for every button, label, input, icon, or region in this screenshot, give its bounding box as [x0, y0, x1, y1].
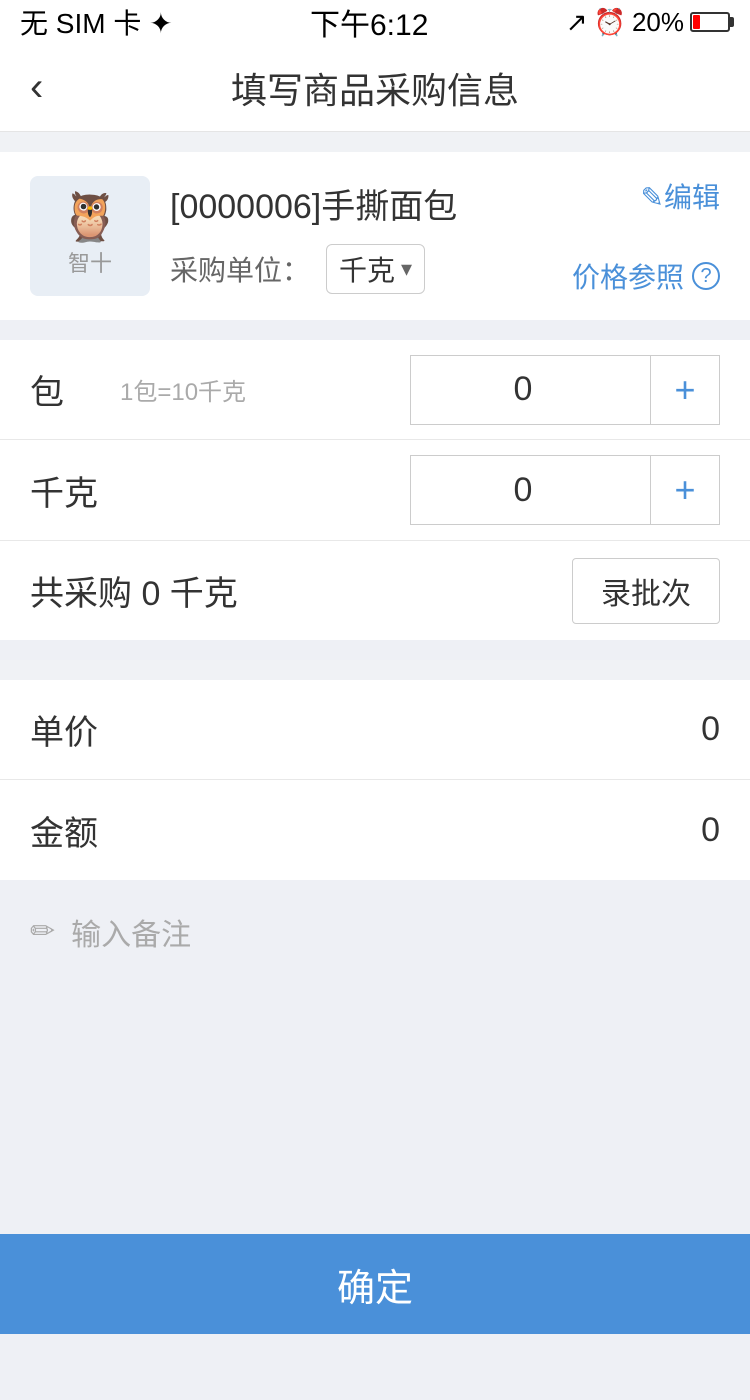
back-button[interactable]: ‹	[20, 55, 53, 120]
owl-icon: 🦉	[60, 194, 120, 242]
pencil-icon: ✏	[30, 914, 55, 949]
product-card: 🦉 智十 [0000006]手撕面包 采购单位： 千克 ▾ ✎编辑 价格参照 ?	[0, 152, 750, 320]
unit-dropdown[interactable]: 千克 ▾	[326, 244, 425, 294]
bag-plus-button[interactable]: +	[650, 355, 720, 425]
amount-value: 0	[701, 811, 720, 850]
confirm-button[interactable]: 确定	[0, 1234, 750, 1334]
section-divider-1	[0, 320, 750, 340]
product-name: [0000006]手撕面包	[170, 179, 720, 228]
alarm-icon: ⏰	[594, 7, 626, 38]
bag-input-control: +	[410, 355, 720, 425]
unit-value: 千克	[339, 249, 395, 289]
summary-text: 共采购 0 千克	[30, 566, 238, 615]
info-circle-icon: ?	[692, 262, 720, 290]
status-right: ↗ ⏰ 20%	[566, 7, 730, 38]
bag-quantity-input[interactable]	[410, 355, 650, 425]
kg-label: 千克	[30, 466, 110, 515]
status-left: 无 SIM 卡 ✦	[20, 2, 173, 42]
content-body	[0, 1000, 750, 1400]
nav-bar: ‹ 填写商品采购信息	[0, 44, 750, 132]
location-icon: ↗	[566, 7, 588, 38]
bag-label: 包	[30, 365, 110, 414]
bag-input-row: 包 1包=10千克 +	[0, 340, 750, 440]
unit-label: 采购单位：	[170, 249, 310, 289]
kg-plus-button[interactable]: +	[650, 455, 720, 525]
unit-price-row: 单价 0	[0, 680, 750, 780]
battery-icon	[690, 12, 730, 32]
remarks-section[interactable]: ✏ 输入备注	[0, 880, 750, 1000]
kg-quantity-input[interactable]	[410, 455, 650, 525]
sim-signal-label: 无 SIM 卡 ✦	[20, 2, 173, 42]
price-ref-button[interactable]: 价格参照 ?	[572, 256, 720, 296]
remarks-placeholder: 输入备注	[71, 910, 191, 954]
price-section: 单价 0 金额 0	[0, 680, 750, 880]
status-time: 下午6:12	[310, 0, 428, 44]
batch-button[interactable]: 录批次	[572, 558, 720, 624]
kg-input-row: 千克 +	[0, 440, 750, 540]
unit-price-label: 单价	[30, 705, 98, 754]
amount-label: 金额	[30, 806, 98, 855]
battery-percent: 20%	[632, 7, 684, 38]
section-divider-2	[0, 640, 750, 660]
page-title: 填写商品采购信息	[231, 62, 519, 114]
bag-sub-label: 1包=10千克	[120, 372, 246, 407]
kg-input-control: +	[410, 455, 720, 525]
product-image: 🦉 智十	[30, 176, 150, 296]
chevron-down-icon: ▾	[401, 256, 412, 282]
status-bar: 无 SIM 卡 ✦ 下午6:12 ↗ ⏰ 20%	[0, 0, 750, 44]
edit-button[interactable]: ✎编辑	[641, 176, 720, 216]
unit-price-value: 0	[701, 710, 720, 749]
price-ref-label: 价格参照	[572, 256, 684, 296]
input-section: 包 1包=10千克 + 千克 +	[0, 340, 750, 540]
amount-row: 金额 0	[0, 780, 750, 880]
owl-label: 智十	[68, 246, 112, 278]
summary-row: 共采购 0 千克 录批次	[0, 540, 750, 640]
